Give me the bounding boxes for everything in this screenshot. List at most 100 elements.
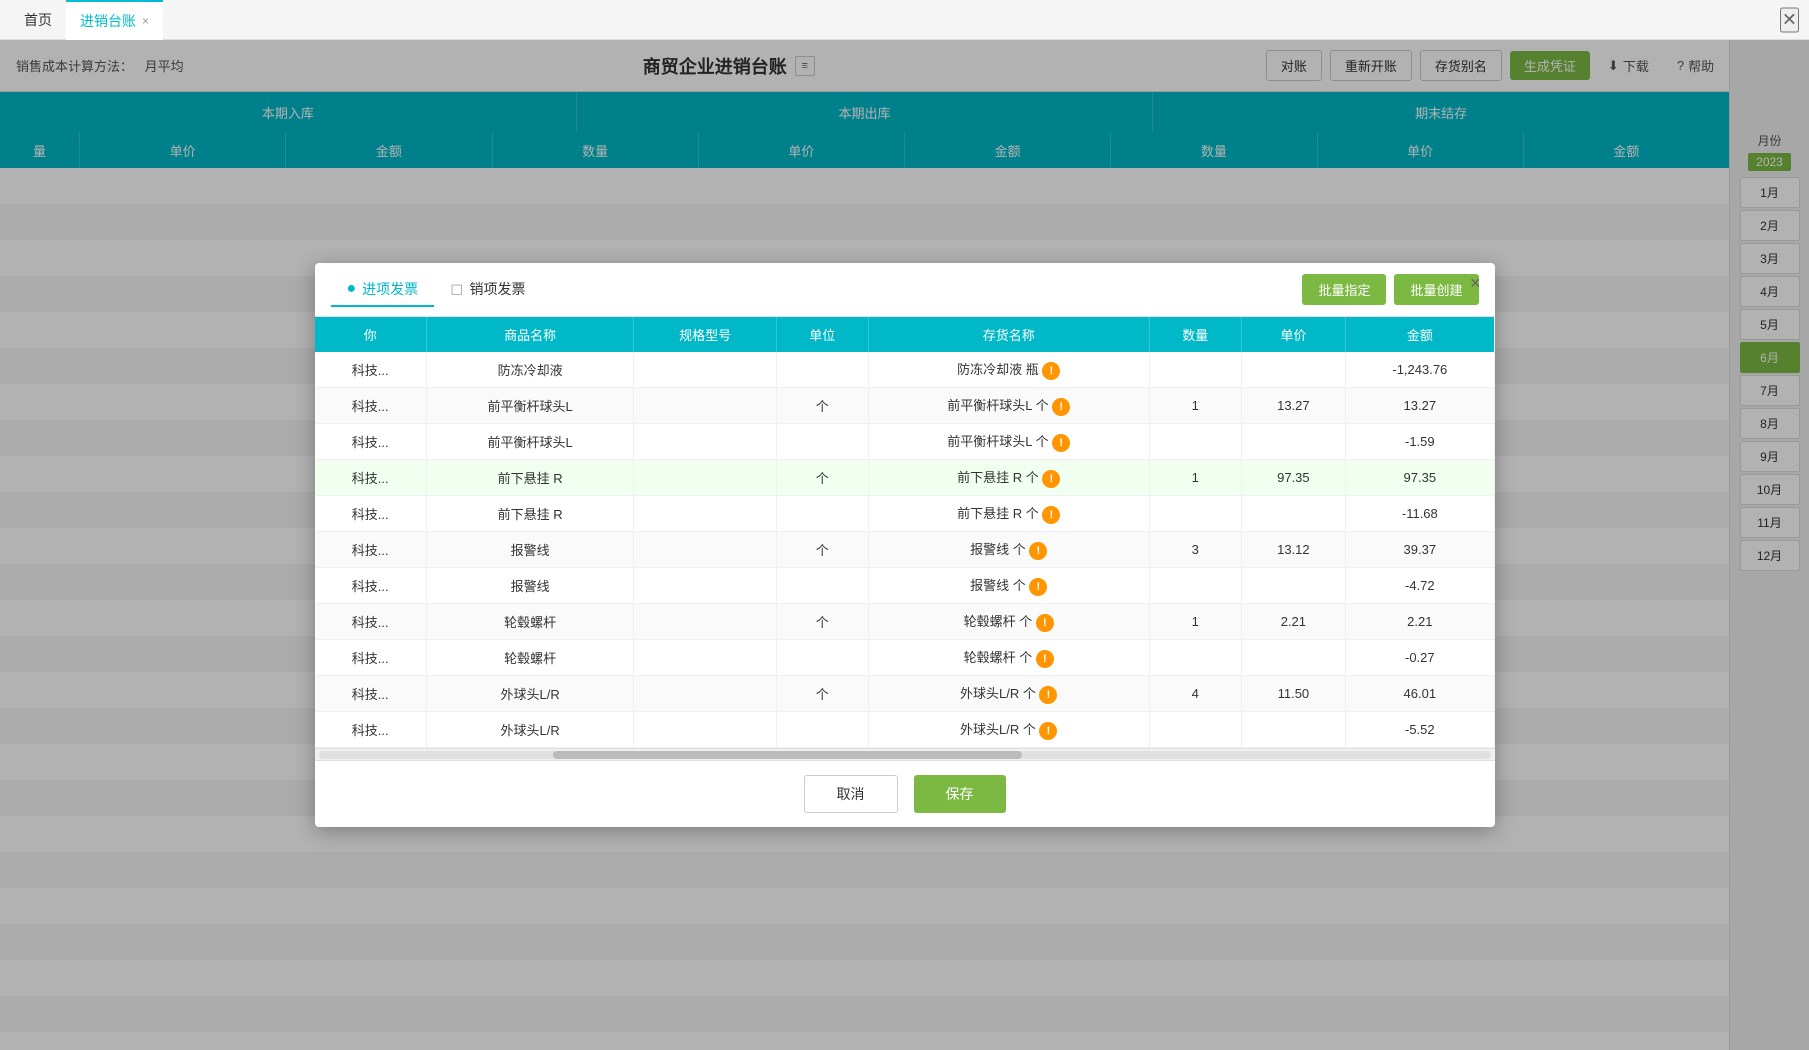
cell-product: 报警线: [426, 568, 633, 604]
stock-name-text: 防冻冷却液 瓶: [957, 362, 1039, 377]
warning-icon: !: [1042, 470, 1060, 488]
cell-stock: 轮毂螺杆 个 !: [868, 604, 1149, 640]
stock-name-text: 报警线 个: [970, 578, 1026, 593]
modal-close-button[interactable]: ×: [1470, 273, 1481, 294]
tab-close-icon[interactable]: ×: [142, 14, 149, 28]
warning-icon: !: [1029, 542, 1047, 560]
active-tab-label: 进销台账: [80, 11, 136, 31]
cell-price: [1241, 640, 1346, 676]
cell-amount: -11.68: [1346, 496, 1494, 532]
cell-company: 科技...: [315, 712, 427, 748]
table-row: 科技...报警线个报警线 个 !313.1239.37: [315, 532, 1495, 568]
table-row: 科技...前下悬挂 R个前下悬挂 R 个 !197.3597.35: [315, 460, 1495, 496]
modal-header-buttons: 批量指定 批量创建: [1302, 274, 1478, 305]
cell-price: 13.12: [1241, 532, 1346, 568]
cell-qty: 1: [1149, 460, 1241, 496]
warning-icon: !: [1039, 686, 1057, 704]
stock-name-text: 前平衡杆球头L 个: [947, 434, 1048, 449]
cell-product: 前下悬挂 R: [426, 496, 633, 532]
cell-stock: 外球头L/R 个 !: [868, 676, 1149, 712]
cell-amount: 39.37: [1346, 532, 1494, 568]
cell-unit: 个: [776, 388, 868, 424]
tab-outbound-invoice[interactable]: ◻ 销项发票: [434, 273, 541, 307]
nav-active-tab[interactable]: 进销台账 ×: [66, 0, 163, 40]
cell-price: [1241, 352, 1346, 388]
cell-spec: [634, 604, 777, 640]
cell-price: 2.21: [1241, 604, 1346, 640]
cell-company: 科技...: [315, 352, 427, 388]
warning-icon: !: [1042, 506, 1060, 524]
window-close-button[interactable]: ✕: [1780, 7, 1799, 32]
warning-icon: !: [1036, 650, 1054, 668]
stock-name-text: 轮毂螺杆 个: [964, 650, 1033, 665]
cell-stock: 外球头L/R 个 !: [868, 712, 1149, 748]
inbound-tab-icon: ●: [347, 280, 357, 298]
cell-product: 前平衡杆球头L: [426, 424, 633, 460]
th-stock-name: 存货名称: [868, 317, 1149, 352]
stock-name-text: 外球头L/R 个: [960, 686, 1036, 701]
cancel-button[interactable]: 取消: [804, 775, 898, 813]
stock-name-text: 外球头L/R 个: [960, 722, 1036, 737]
table-row: 科技...轮毂螺杆个轮毂螺杆 个 !12.212.21: [315, 604, 1495, 640]
cell-unit: [776, 496, 868, 532]
cell-qty: 1: [1149, 604, 1241, 640]
tab-inbound-invoice[interactable]: ● 进项发票: [331, 273, 435, 307]
cell-spec: [634, 532, 777, 568]
cell-unit: [776, 640, 868, 676]
th-unit: 单位: [776, 317, 868, 352]
nav-home[interactable]: 首页: [10, 0, 66, 40]
cell-stock: 前平衡杆球头L 个 !: [868, 388, 1149, 424]
cell-stock: 前平衡杆球头L 个 !: [868, 424, 1149, 460]
cell-company: 科技...: [315, 388, 427, 424]
cell-unit: [776, 424, 868, 460]
stock-name-text: 前平衡杆球头L 个: [947, 398, 1048, 413]
table-row: 科技...外球头L/R个外球头L/R 个 !411.5046.01: [315, 676, 1495, 712]
cell-product: 前下悬挂 R: [426, 460, 633, 496]
cell-qty: 4: [1149, 676, 1241, 712]
modal-header: ● 进项发票 ◻ 销项发票 批量指定 批量创建 ×: [315, 263, 1495, 317]
cell-stock: 报警线 个 !: [868, 532, 1149, 568]
th-qty: 数量: [1149, 317, 1241, 352]
modal-dialog: ● 进项发票 ◻ 销项发票 批量指定 批量创建 × 你: [315, 263, 1495, 827]
cell-company: 科技...: [315, 604, 427, 640]
th-spec: 规格型号: [634, 317, 777, 352]
th-company: 你: [315, 317, 427, 352]
cell-company: 科技...: [315, 640, 427, 676]
cell-company: 科技...: [315, 568, 427, 604]
stock-name-text: 报警线 个: [970, 542, 1026, 557]
cell-qty: [1149, 712, 1241, 748]
th-price: 单价: [1241, 317, 1346, 352]
cell-price: 13.27: [1241, 388, 1346, 424]
table-row: 科技...轮毂螺杆轮毂螺杆 个 !-0.27: [315, 640, 1495, 676]
stock-name-text: 前下悬挂 R 个: [957, 506, 1039, 521]
cell-product: 外球头L/R: [426, 712, 633, 748]
cell-unit: [776, 712, 868, 748]
outbound-tab-label: 销项发票: [469, 279, 525, 299]
horizontal-scrollbar[interactable]: [315, 748, 1495, 760]
batch-assign-button[interactable]: 批量指定: [1302, 274, 1386, 305]
cell-stock: 报警线 个 !: [868, 568, 1149, 604]
cell-qty: 1: [1149, 388, 1241, 424]
cell-unit: 个: [776, 604, 868, 640]
warning-icon: !: [1042, 362, 1060, 380]
table-row: 科技...前平衡杆球头L个前平衡杆球头L 个 !113.2713.27: [315, 388, 1495, 424]
table-row: 科技...前平衡杆球头L前平衡杆球头L 个 !-1.59: [315, 424, 1495, 460]
modal-table-container: 你 商品名称 规格型号 单位 存货名称 数量 单价 金额 科技...防冻冷却液防…: [315, 317, 1495, 748]
table-header-row: 你 商品名称 规格型号 单位 存货名称 数量 单价 金额: [315, 317, 1495, 352]
cell-company: 科技...: [315, 496, 427, 532]
table-row: 科技...外球头L/R 外球头L/R 个 ! -5.52: [315, 712, 1495, 748]
save-button[interactable]: 保存: [914, 775, 1006, 813]
cell-price: [1241, 424, 1346, 460]
cell-price: [1241, 712, 1346, 748]
scrollbar-thumb: [553, 751, 1022, 759]
cell-stock: 轮毂螺杆 个 !: [868, 640, 1149, 676]
cell-unit: 个: [776, 532, 868, 568]
stock-name-text: 前下悬挂 R 个: [957, 470, 1039, 485]
scrollbar-track: [319, 751, 1491, 759]
cell-product: 防冻冷却液: [426, 352, 633, 388]
cell-company: 科技...: [315, 460, 427, 496]
batch-create-button[interactable]: 批量创建: [1394, 274, 1478, 305]
cell-spec: [634, 496, 777, 532]
cell-amount: -5.52: [1346, 712, 1494, 748]
warning-icon: !: [1036, 614, 1054, 632]
